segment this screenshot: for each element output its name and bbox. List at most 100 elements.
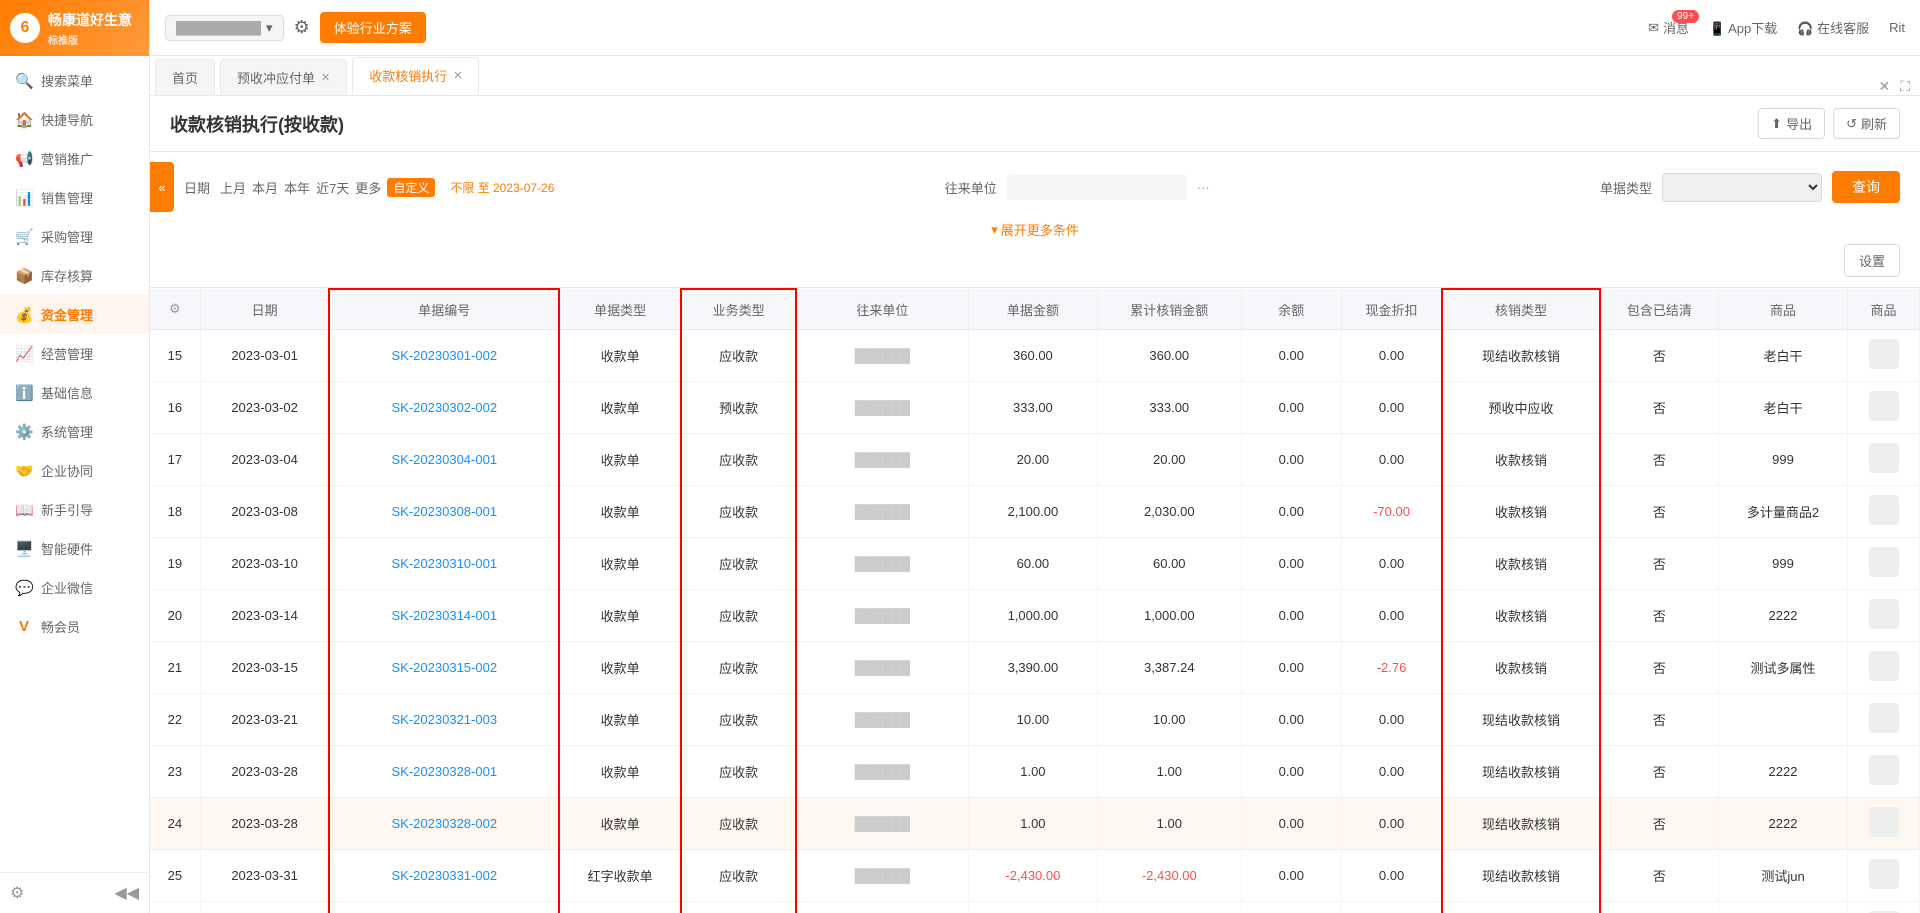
cell-balance: 0.00 [1241,330,1341,382]
filter-date-this-month[interactable]: 本月 [252,178,278,197]
filter-date-custom[interactable]: 自定义 [387,178,435,197]
settings-icon[interactable]: ⚙ [10,883,24,903]
user-name: Rit [1889,20,1905,35]
cell-no: 15 [150,330,200,382]
cell-partner: ██████ [796,590,968,642]
filter-date-more[interactable]: 更多 [355,178,381,197]
company-selector[interactable]: ██████████ ▾ [165,15,284,41]
expand-button[interactable]: ▾ 展开更多条件 [991,220,1079,239]
cell-amount: 1.00 [968,746,1097,798]
query-button[interactable]: 查询 [1832,171,1900,203]
solution-button[interactable]: 体验行业方案 [320,12,426,43]
cell-bill-no: SK-20230315-002 [329,642,559,694]
cell-product-img [1848,538,1920,590]
bill-no-link[interactable]: SK-20230308-001 [392,504,498,519]
sidebar-item-enterprise[interactable]: 🤝 企业协同 [0,451,149,490]
online-service-button[interactable]: 🎧 在线客服 [1797,18,1869,37]
sidebar-item-label: 企业微信 [41,578,93,597]
bill-no-link[interactable]: SK-20230304-001 [392,452,498,467]
column-settings-icon[interactable]: ⚙ [169,301,181,316]
sidebar-item-search[interactable]: 🔍 搜索菜单 [0,61,149,100]
logo-name: 畅康道好生意 [48,10,132,30]
cell-product: 2222 [1718,798,1847,850]
sidebar-item-sales[interactable]: 📊 销售管理 [0,178,149,217]
cell-cumul: 3,387.24 [1098,642,1242,694]
cell-biz-type: 应收款 [681,746,796,798]
table-row: 24 2023-03-28 SK-20230328-002 收款单 应收款 ██… [150,798,1920,850]
bill-no-link[interactable]: SK-20230315-002 [392,660,498,675]
cell-bill-type: 收款单 [559,798,681,850]
partner-input[interactable] [1007,175,1187,200]
finance-icon: 💰 [15,306,33,324]
sidebar-item-quicknav[interactable]: 🏠 快捷导航 [0,100,149,139]
tab-home[interactable]: 首页 [155,59,215,95]
collapse-icon[interactable]: ◀◀ [114,883,139,903]
bill-no-link[interactable]: SK-20230328-002 [392,816,498,831]
cell-amount: 60.00 [968,538,1097,590]
bill-no-link[interactable]: SK-20230302-002 [392,400,498,415]
tab-expand-icon[interactable]: ⛶ [1900,78,1910,95]
cell-bill-type: 收款单 [559,434,681,486]
user-info[interactable]: Rit [1889,20,1905,35]
filter-date-this-year[interactable]: 本年 [284,178,310,197]
message-button[interactable]: ✉ 消息 99+ [1648,18,1689,37]
table-row: 25 2023-03-31 SK-20230331-002 红字收款单 应收款 … [150,850,1920,902]
sidebar-item-purchase[interactable]: 🛒 采购管理 [0,217,149,256]
app-download-button[interactable]: 📱 App下载 [1709,18,1777,37]
cell-date: 2023-03-31 [200,850,329,902]
sidebar-item-label: 新手引导 [41,500,93,519]
sidebar-item-hardware[interactable]: 🖥️ 智能硬件 [0,529,149,568]
sidebar-item-inventory[interactable]: 📦 库存核算 [0,256,149,295]
sidebar-item-guide[interactable]: 📖 新手引导 [0,490,149,529]
cell-product: 老白干 [1718,382,1847,434]
cell-product-img [1848,902,1920,913]
th-bill-type: 单据类型 [559,289,681,330]
filter-collapse-button[interactable]: « [150,162,174,212]
sidebar-item-member[interactable]: V 畅会员 [0,607,149,646]
setting-button[interactable]: 设置 [1844,244,1900,277]
bill-no-link[interactable]: SK-20230314-001 [392,608,498,623]
bill-no-link[interactable]: SK-20230321-003 [392,712,498,727]
settings-gear-icon[interactable]: ⚙ [294,17,310,38]
cell-date: 2023-03-08 [200,486,329,538]
cell-bill-type: 收款单 [559,694,681,746]
cell-discount: 0.00 [1342,694,1442,746]
cell-cumul: 20.00 [1098,434,1242,486]
cell-partner: ██████ [796,330,968,382]
sidebar-item-operation[interactable]: 📈 经营管理 [0,334,149,373]
filter-date-last-month[interactable]: 上月 [220,178,246,197]
filter-date-range-wrapper: 不限 至 2023-07-26 [450,179,554,196]
bill-no-link[interactable]: SK-20230310-001 [392,556,498,571]
cell-no: 25 [150,850,200,902]
cell-biz-type: 应收款 [681,590,796,642]
cell-product-img [1848,642,1920,694]
export-button[interactable]: ⬆ 导出 [1758,108,1825,139]
refresh-button[interactable]: ↺ 刷新 [1833,108,1900,139]
cell-product-img [1848,382,1920,434]
cell-cancel-type: 收款核销 [1442,486,1600,538]
bill-no-link[interactable]: SK-20230328-001 [392,764,498,779]
tab-advance-pay-close[interactable]: ✕ [321,71,330,84]
tab-cancel[interactable]: 收款核销执行 ✕ [352,57,479,95]
filter-date-7days[interactable]: 近7天 [316,178,349,197]
sidebar-item-basic[interactable]: ℹ️ 基础信息 [0,373,149,412]
bill-type-select[interactable] [1662,173,1822,202]
cell-bill-no: SK-20230331-002 [329,850,559,902]
sidebar-item-label: 快捷导航 [41,110,93,129]
tab-close-all-icon[interactable]: ✕ [1878,78,1890,95]
sidebar-item-wechat[interactable]: 💬 企业微信 [0,568,149,607]
sidebar-item-finance[interactable]: 💰 资金管理 [0,295,149,334]
sidebar-item-marketing[interactable]: 📢 营销推广 [0,139,149,178]
export-icon: ⬆ [1771,116,1782,132]
table-scroll[interactable]: ⚙ 日期 单据编号 单据类型 业务类型 往来单位 单据金额 累计核销金额 余额 … [150,288,1920,913]
tab-cancel-close[interactable]: ✕ [453,69,462,82]
th-gear[interactable]: ⚙ [150,289,200,330]
bill-no-link[interactable]: SK-20230331-002 [392,868,498,883]
cell-bill-type: 收款单 [559,538,681,590]
headset-icon: 🎧 [1797,21,1813,36]
cell-discount: 0.00 [1342,538,1442,590]
sidebar-item-system[interactable]: ⚙️ 系统管理 [0,412,149,451]
bill-no-link[interactable]: SK-20230301-002 [392,348,498,363]
guide-icon: 📖 [15,501,33,519]
tab-advance-pay[interactable]: 预收冲应付单 ✕ [220,59,347,95]
